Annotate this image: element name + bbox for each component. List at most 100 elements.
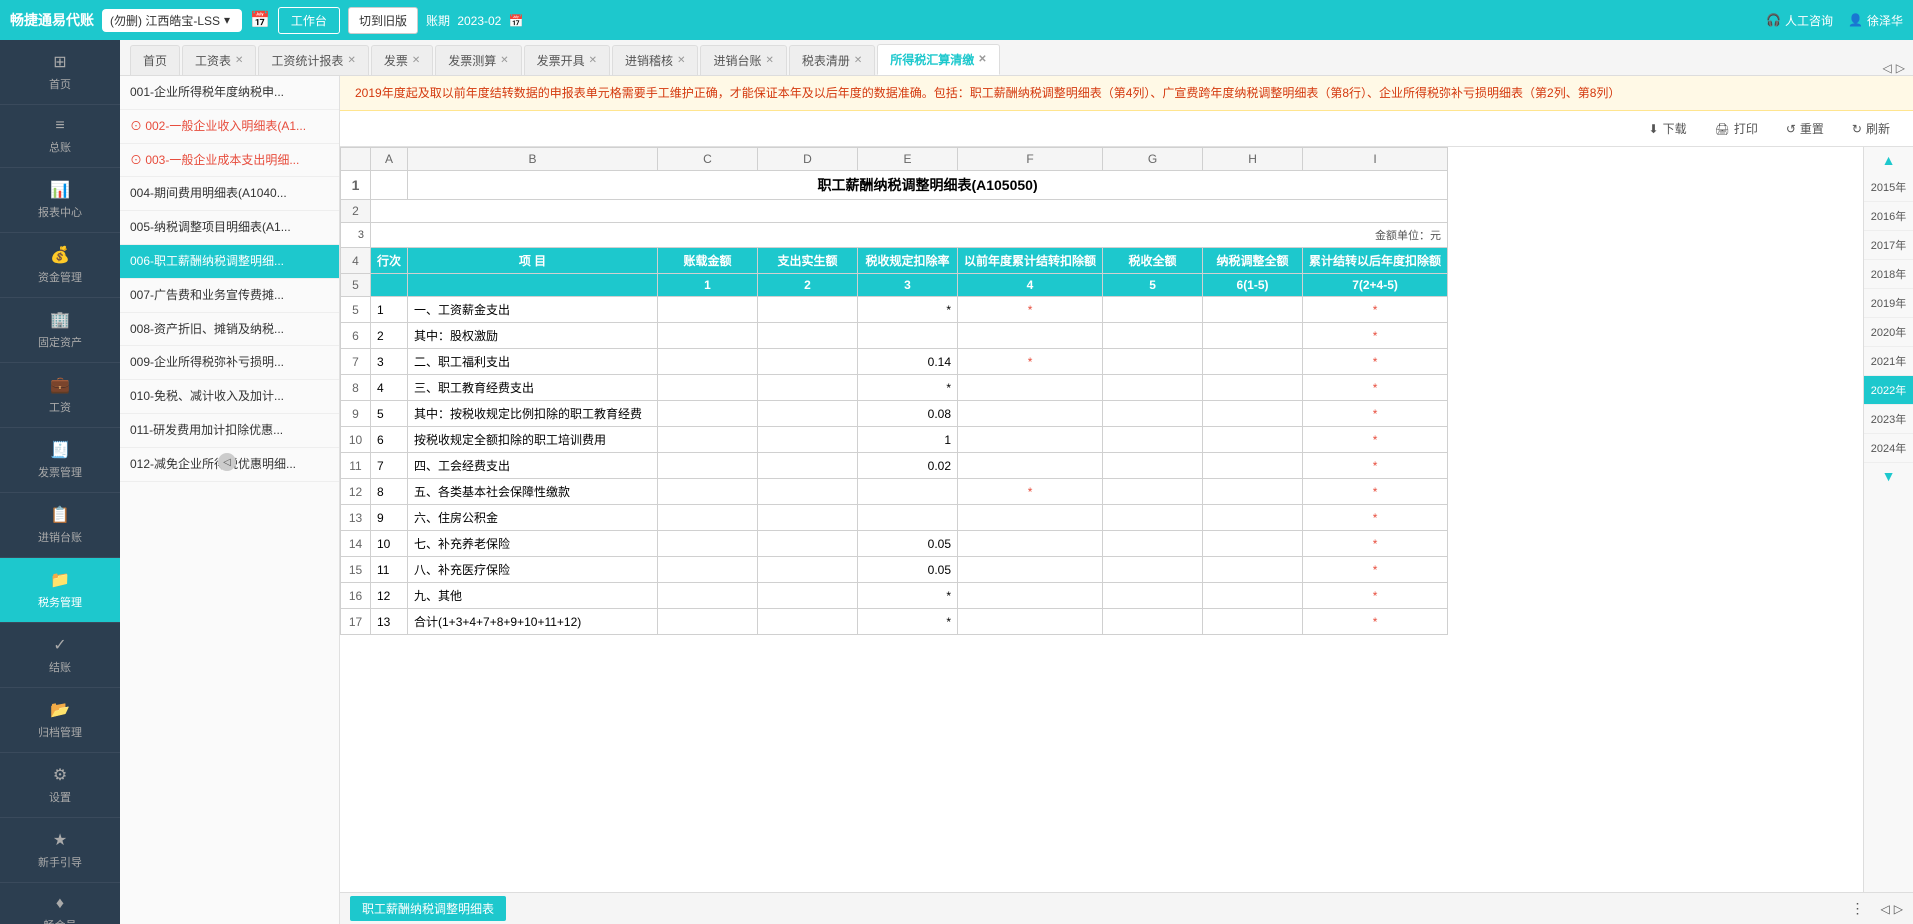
spreadsheet-container[interactable]: A B C D E F G H I xyxy=(340,147,1863,892)
sidebar-item-report[interactable]: 📊 报表中心 xyxy=(0,168,120,233)
left-panel-item-002[interactable]: ⊙ 002-一般企业收入明细表(A1... xyxy=(120,110,339,144)
tab-tax-clear[interactable]: 税表清册 ✕ xyxy=(789,45,875,75)
year-2017[interactable]: 2017年 xyxy=(1864,231,1913,260)
row-3-num: 3 xyxy=(341,223,371,248)
row-d-4 xyxy=(758,375,858,401)
sidebar-item-capital[interactable]: 💰 资金管理 xyxy=(0,233,120,298)
tab-close-purchase-ledger[interactable]: ✕ xyxy=(765,55,773,66)
left-panel-item-003[interactable]: ⊙ 003-一般企业成本支出明细... xyxy=(120,144,339,178)
row-seq-3: 3 xyxy=(371,349,408,375)
row-item-5: 其中：按税收规定比例扣除的职工教育经费 xyxy=(408,401,658,427)
tab-payroll-stats[interactable]: 工资统计报表 ✕ xyxy=(258,45,368,75)
tab-invoice-open[interactable]: 发票开具 ✕ xyxy=(524,45,610,75)
sidebar-item-settlement[interactable]: ✓ 结账 xyxy=(0,623,120,688)
row-f-1: * xyxy=(958,297,1103,323)
headset-icon: 🎧 xyxy=(1766,13,1781,27)
tab-close-tax-clear[interactable]: ✕ xyxy=(854,55,862,66)
tab-close-payroll-stats[interactable]: ✕ xyxy=(347,55,355,66)
user-avatar[interactable]: 👤 徐泽华 xyxy=(1848,12,1903,29)
tab-payroll[interactable]: 工资表 ✕ xyxy=(182,45,256,75)
tab-purchase-ledger[interactable]: 进销台账 ✕ xyxy=(700,45,786,75)
download-button[interactable]: ⬇ 下载 xyxy=(1641,117,1695,140)
sidebar-item-home[interactable]: ⊞ 首页 xyxy=(0,40,120,105)
year-2023[interactable]: 2023年 xyxy=(1864,405,1913,434)
scroll-left-bottom[interactable]: ◁ xyxy=(1881,902,1890,916)
left-panel-item-006[interactable]: 006-职工薪酬纳税调整明细... xyxy=(120,245,339,279)
row-h-3 xyxy=(1203,349,1303,375)
year-nav-up[interactable]: ▲ xyxy=(1877,147,1901,173)
tab-income-tax[interactable]: 所得税汇算清缴 ✕ xyxy=(877,44,999,75)
left-panel-item-008[interactable]: 008-资产折旧、摊销及纳税... xyxy=(120,313,339,347)
left-panel-item-011[interactable]: 011-研发费用加计扣除优惠... xyxy=(120,414,339,448)
tab-close-invoice-calc[interactable]: ✕ xyxy=(500,55,508,66)
sidebar-item-archive[interactable]: 📂 归档管理 xyxy=(0,688,120,753)
row-i-3: * xyxy=(1303,349,1448,375)
tab-close-purchase-verify[interactable]: ✕ xyxy=(677,55,685,66)
row-num-5: 9 xyxy=(341,401,371,427)
collapse-left-panel[interactable]: ◁ xyxy=(218,453,236,471)
tab-nav-left[interactable]: ◁ xyxy=(1883,61,1892,75)
tab-home[interactable]: 首页 xyxy=(130,45,180,75)
bottom-more-options[interactable]: ⋮ xyxy=(1843,900,1873,917)
workbench-button[interactable]: 工作台 xyxy=(278,7,340,34)
year-2021[interactable]: 2021年 xyxy=(1864,347,1913,376)
tab-close-payroll[interactable]: ✕ xyxy=(235,55,243,66)
tab-invoice[interactable]: 发票 ✕ xyxy=(371,45,433,75)
year-2018[interactable]: 2018年 xyxy=(1864,260,1913,289)
sidebar-item-fixed-assets[interactable]: 🏢 固定资产 xyxy=(0,298,120,363)
tab-nav-right[interactable]: ▷ xyxy=(1896,61,1905,75)
row-h-5 xyxy=(1203,401,1303,427)
sidebar-item-member[interactable]: ♦ 畅会员 xyxy=(0,883,120,924)
print-button[interactable]: 🖨 打印 xyxy=(1707,117,1766,140)
tab-purchase-verify[interactable]: 进销稽核 ✕ xyxy=(612,45,698,75)
row-f-8: * xyxy=(958,479,1103,505)
th-col6: 纳税调整全额 xyxy=(1203,248,1303,274)
year-2019[interactable]: 2019年 xyxy=(1864,289,1913,318)
sidebar-item-payroll[interactable]: 💼 工资 xyxy=(0,363,120,428)
refresh-button[interactable]: ↻ 刷新 xyxy=(1844,117,1898,140)
year-2022[interactable]: 2022年 xyxy=(1864,376,1913,405)
year-2015[interactable]: 2015年 xyxy=(1864,173,1913,202)
row-seq-10: 10 xyxy=(371,531,408,557)
row-c-8 xyxy=(658,479,758,505)
print-icon: 🖨 xyxy=(1715,122,1730,136)
sidebar-item-tax-mgmt[interactable]: 📁 税务管理 xyxy=(0,558,120,623)
tab-close-invoice[interactable]: ✕ xyxy=(412,55,420,66)
sidebar-label-report: 报表中心 xyxy=(38,204,82,220)
scroll-right-bottom[interactable]: ▷ xyxy=(1894,902,1903,916)
row-h-2 xyxy=(1203,323,1303,349)
table-row: 106按税收规定全额扣除的职工培训费用1* xyxy=(341,427,1448,453)
table-row: 51一、工资薪金支出*** xyxy=(341,297,1448,323)
sidebar-item-purchase-sale[interactable]: 📋 进销台账 xyxy=(0,493,120,558)
left-panel-item-010[interactable]: 010-免税、减计收入及加计... xyxy=(120,380,339,414)
reset-button[interactable]: ↺ 重置 xyxy=(1778,117,1832,140)
th-col3: 税收规定扣除率 xyxy=(858,248,958,274)
sidebar-item-settings[interactable]: ⚙ 设置 xyxy=(0,753,120,818)
row-c-13 xyxy=(658,609,758,635)
row-seq-9: 9 xyxy=(371,505,408,531)
sidebar-item-general-ledger[interactable]: ≡ 总账 xyxy=(0,105,120,168)
left-panel-item-001[interactable]: 001-企业所得税年度纳税申... xyxy=(120,76,339,110)
tab-close-invoice-open[interactable]: ✕ xyxy=(589,55,597,66)
old-version-button[interactable]: 切到旧版 xyxy=(348,7,418,34)
row-d-7 xyxy=(758,453,858,479)
row-d-1 xyxy=(758,297,858,323)
sidebar-item-wizard[interactable]: ★ 新手引导 xyxy=(0,818,120,883)
year-2024[interactable]: 2024年 xyxy=(1864,434,1913,463)
sidebar-label-purchase: 进销台账 xyxy=(38,529,82,545)
row-i-6: * xyxy=(1303,427,1448,453)
year-2016[interactable]: 2016年 xyxy=(1864,202,1913,231)
tab-invoice-calc[interactable]: 发票测算 ✕ xyxy=(435,45,521,75)
left-panel-item-005[interactable]: 005-纳税调整项目明细表(A1... xyxy=(120,211,339,245)
year-nav-down[interactable]: ▼ xyxy=(1877,463,1901,489)
left-panel-item-007[interactable]: 007-广告费和业务宣传费摊... xyxy=(120,279,339,313)
year-2020[interactable]: 2020年 xyxy=(1864,318,1913,347)
left-panel-item-004[interactable]: 004-期间费用明细表(A1040... xyxy=(120,177,339,211)
th-sub-2: 2 xyxy=(758,274,858,297)
company-selector[interactable]: (勿删) 江西皓宝-LSS ▾ xyxy=(102,9,242,32)
help-service[interactable]: 🎧 人工咨询 xyxy=(1766,12,1833,29)
left-panel-item-009[interactable]: 009-企业所得税弥补亏损明... xyxy=(120,346,339,380)
bottom-tab-active[interactable]: 职工薪酬纳税调整明细表 xyxy=(350,896,506,921)
sidebar-item-invoice-mgmt[interactable]: 🧾 发票管理 xyxy=(0,428,120,493)
tab-close-income-tax[interactable]: ✕ xyxy=(978,54,986,65)
